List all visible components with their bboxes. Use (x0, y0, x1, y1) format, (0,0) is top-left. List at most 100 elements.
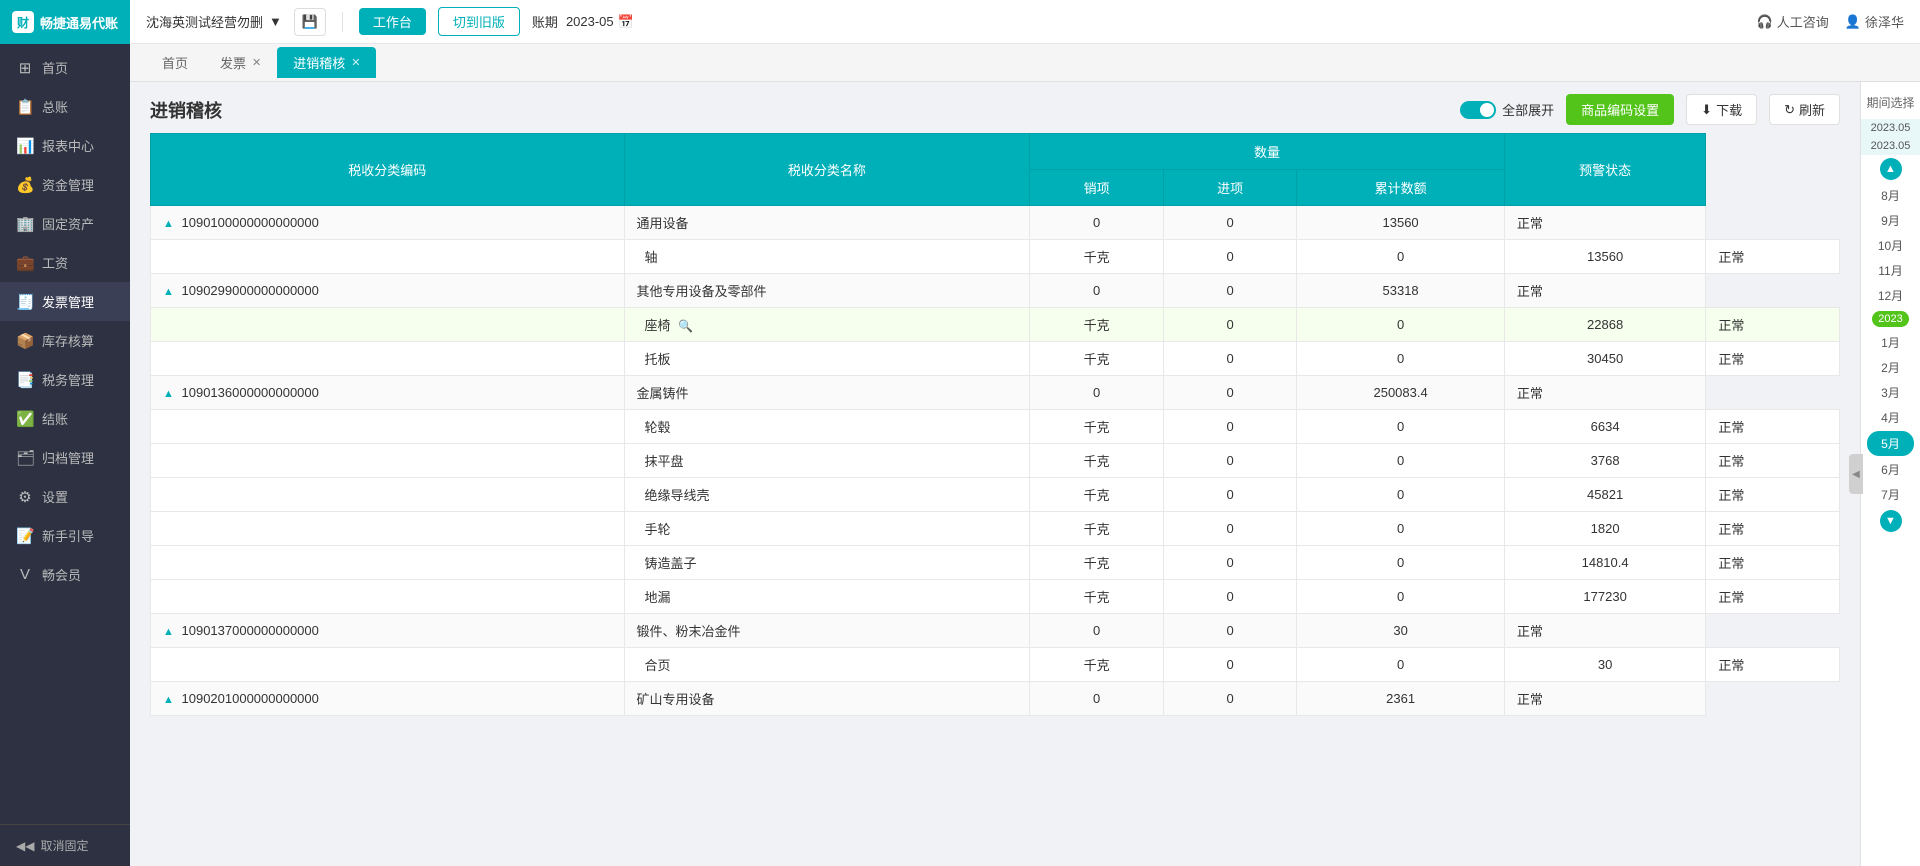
sidebar-unpin[interactable]: ◀◀ 取消固定 (0, 824, 130, 866)
tab-bar: 首页 发票 ✕ 进销稽核 ✕ (130, 44, 1920, 82)
expand-toggle[interactable] (1460, 101, 1496, 119)
collapse-icon[interactable]: ▲ (163, 286, 174, 298)
period-scroll-down[interactable]: ▼ (1880, 510, 1902, 532)
period-month-item[interactable]: 11月 (1861, 258, 1920, 283)
settings-icon: ⚙ (16, 488, 34, 506)
collapse-icon[interactable]: ▲ (163, 626, 174, 638)
user-menu[interactable]: 👤 徐泽华 (1845, 12, 1904, 31)
period-month-item[interactable]: 10月 (1861, 233, 1920, 258)
tab-reconcile-close[interactable]: ✕ (351, 56, 360, 69)
row-purchase: 0 (1297, 342, 1504, 376)
workspace-button[interactable]: 工作台 (359, 8, 426, 35)
row-name: 其他专用设备及零部件 (624, 274, 1030, 308)
side-panel-collapse[interactable]: ◀ (1849, 454, 1863, 494)
sidebar-item-payroll[interactable]: 💼工资 (0, 243, 130, 282)
row-total: 30450 (1504, 342, 1706, 376)
row-total: 30 (1297, 614, 1504, 648)
row-total: 1820 (1504, 512, 1706, 546)
switch-version-button[interactable]: 切到旧版 (438, 7, 520, 36)
row-sale: 0 (1030, 274, 1164, 308)
row-code: ▲ 1090201000000000000 (151, 682, 625, 716)
row-name: 座椅 🔍 (624, 308, 1030, 342)
inventory-icon: 📦 (16, 332, 34, 350)
search-icon[interactable]: 🔍 (678, 319, 693, 333)
ledger-icon: 📋 (16, 98, 34, 116)
sidebar-item-home[interactable]: ⊞首页 (0, 48, 130, 87)
row-sale: 0 (1030, 682, 1164, 716)
support-btn[interactable]: 🎧 人工咨询 (1757, 12, 1829, 31)
sidebar-item-settlement-label: 结账 (42, 409, 68, 428)
period-header-item[interactable]: 2023.05 (1861, 119, 1920, 137)
period-header-item[interactable]: 2023.05 (1861, 137, 1920, 155)
period-month-item[interactable]: 2月 (1861, 355, 1920, 380)
tab-invoice-label: 发票 (220, 53, 246, 72)
payroll-icon: 💼 (16, 254, 34, 272)
collapse-icon[interactable]: ▲ (163, 694, 174, 706)
sidebar-item-settlement[interactable]: ✅结账 (0, 399, 130, 438)
period-selector[interactable]: 账期 2023-05 📅 (532, 12, 634, 31)
download-btn[interactable]: ⬇ 下载 (1686, 94, 1757, 125)
row-status: 正常 (1706, 648, 1840, 682)
tab-reconcile-label: 进销稽核 (293, 53, 345, 72)
table-row: ▲ 1090201000000000000 矿山专用设备 0 0 2361 正常 (151, 682, 1840, 716)
th-total: 累计数额 (1297, 170, 1504, 206)
sidebar-item-ledger[interactable]: 📋总账 (0, 87, 130, 126)
refresh-btn[interactable]: ↻ 刷新 (1769, 94, 1840, 125)
company-selector[interactable]: 沈海英测试经营勿删 ▼ (146, 12, 282, 31)
row-status: 正常 (1706, 546, 1840, 580)
sidebar-item-tax[interactable]: 📑税务管理 (0, 360, 130, 399)
period-month-item[interactable]: 4月 (1861, 405, 1920, 430)
period-month-item[interactable]: 5月 (1867, 431, 1914, 456)
row-purchase: 0 (1297, 410, 1504, 444)
sidebar-item-guide[interactable]: 📝新手引导 (0, 516, 130, 555)
period-month-item[interactable]: 1月 (1861, 330, 1920, 355)
sidebar-item-inventory[interactable]: 📦库存核算 (0, 321, 130, 360)
row-purchase: 0 (1297, 444, 1504, 478)
th-name: 税收分类名称 (624, 134, 1030, 206)
company-name: 沈海英测试经营勿删 (146, 12, 263, 31)
period-month-item[interactable]: 3月 (1861, 380, 1920, 405)
row-purchase: 0 (1163, 376, 1297, 410)
period-scroll-up[interactable]: ▲ (1880, 158, 1902, 180)
sidebar-item-settings[interactable]: ⚙设置 (0, 477, 130, 516)
tab-home[interactable]: 首页 (146, 47, 204, 78)
sidebar-item-reports[interactable]: 📊报表中心 (0, 126, 130, 165)
collapse-icon[interactable]: ▲ (163, 388, 174, 400)
sidebar-item-invoice[interactable]: 🧾发票管理 (0, 282, 130, 321)
save-icon-btn[interactable]: 💾 (294, 8, 326, 36)
product-code-btn[interactable]: 商品编码设置 (1566, 94, 1674, 125)
period-year-badge: 2023 (1872, 311, 1908, 327)
assets-icon: 🏢 (16, 215, 34, 233)
sidebar-item-assets[interactable]: 🏢固定资产 (0, 204, 130, 243)
table-row: 地漏 千克 0 0 177230 正常 (151, 580, 1840, 614)
row-sale: 0 (1030, 614, 1164, 648)
tab-reconcile[interactable]: 进销稽核 ✕ (277, 47, 376, 78)
table-row: ▲ 1090136000000000000 金属铸件 0 0 250083.4 … (151, 376, 1840, 410)
period-month-item[interactable]: 7月 (1861, 482, 1920, 507)
period-value: 2023-05 (566, 14, 614, 29)
sidebar-item-archive[interactable]: 🗂归档管理 (0, 438, 130, 477)
sidebar-item-member[interactable]: V畅会员 (0, 555, 130, 594)
row-status: 正常 (1706, 342, 1840, 376)
row-total: 6634 (1504, 410, 1706, 444)
period-list: 2023.052023.05 ▲ 8月9月10月11月12月 2023 1月2月3月4月… (1861, 119, 1920, 535)
row-status: 正常 (1706, 580, 1840, 614)
period-month-item[interactable]: 12月 (1861, 283, 1920, 308)
sidebar-item-funds[interactable]: 💰资金管理 (0, 165, 130, 204)
tab-invoice[interactable]: 发票 ✕ (204, 47, 277, 78)
calendar-icon: 📅 (618, 14, 634, 30)
side-panel: ◀ 期间选择 2023.052023.05▲8月9月10月11月12月20231… (1860, 82, 1920, 866)
tab-invoice-close[interactable]: ✕ (252, 56, 261, 69)
row-unit: 千克 (1030, 342, 1164, 376)
row-code (151, 444, 625, 478)
user-name: 徐泽华 (1865, 12, 1904, 31)
period-month-item[interactable]: 9月 (1861, 208, 1920, 233)
row-purchase: 0 (1297, 512, 1504, 546)
period-month-item[interactable]: 8月 (1861, 183, 1920, 208)
row-total: 2361 (1297, 682, 1504, 716)
tab-home-label: 首页 (162, 53, 188, 72)
user-icon: 👤 (1845, 14, 1861, 30)
period-month-item[interactable]: 6月 (1861, 457, 1920, 482)
collapse-icon[interactable]: ▲ (163, 218, 174, 230)
row-code (151, 308, 625, 342)
